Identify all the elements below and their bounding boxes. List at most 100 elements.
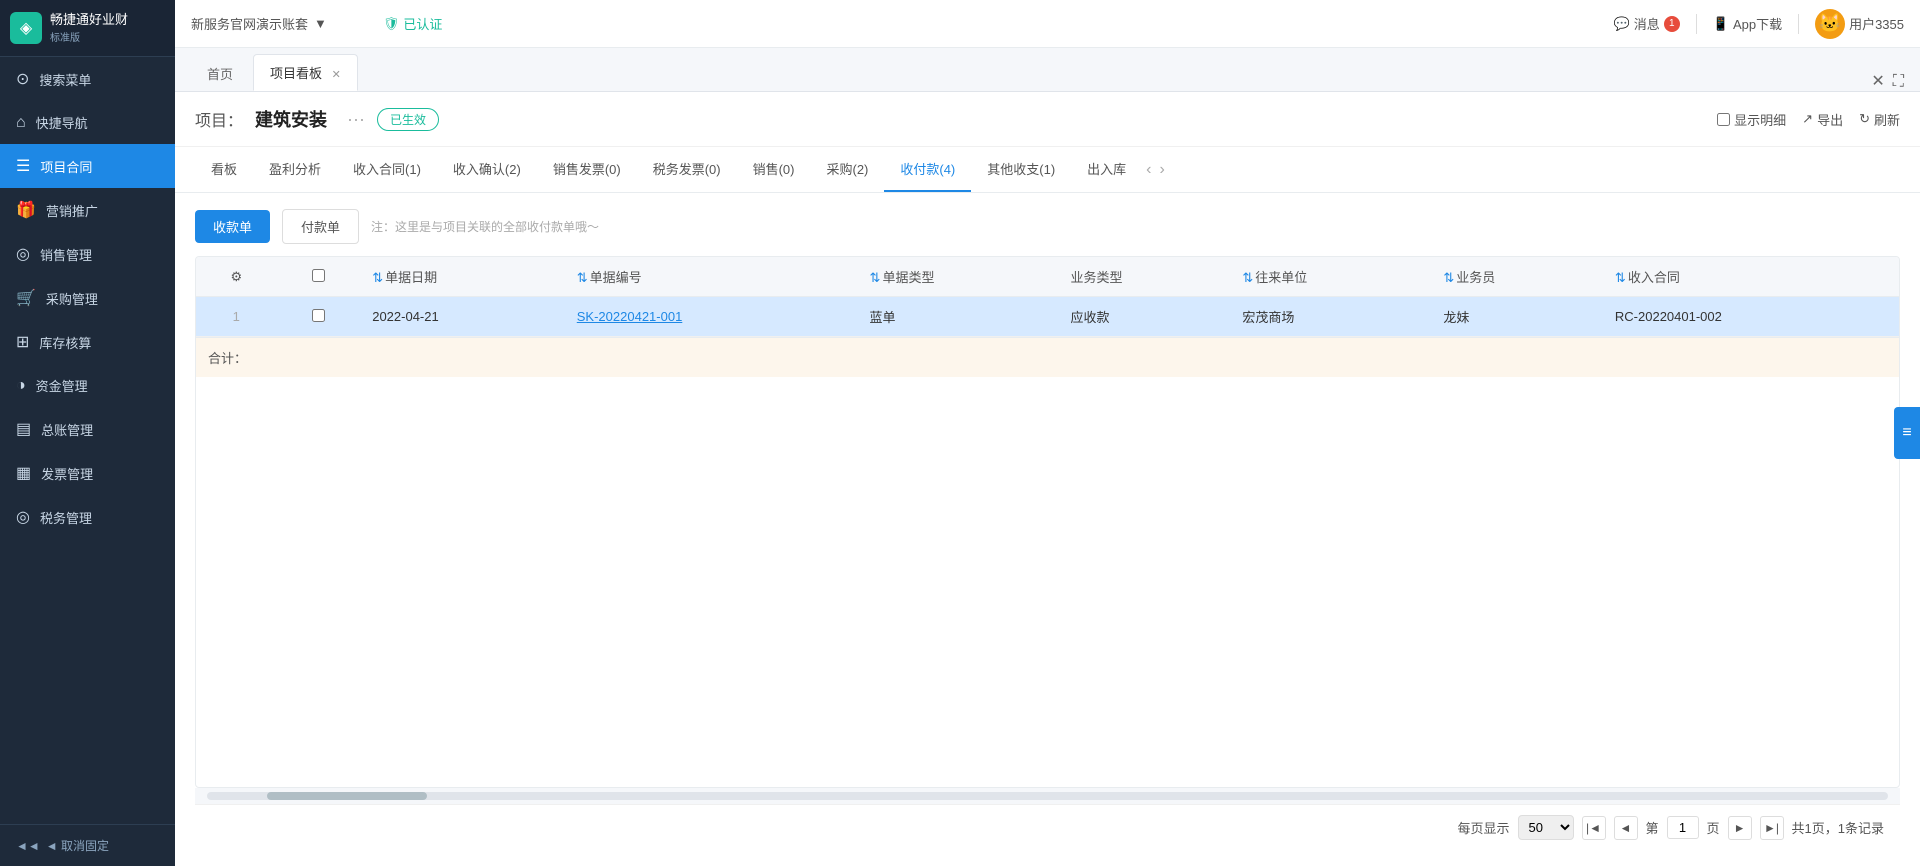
sub-nav-income-confirm[interactable]: 收入确认(2) <box>437 147 537 192</box>
sidebar-item-finance[interactable]: ◑ 资金管理 <box>0 364 175 407</box>
payment-content: 收款单 付款单 注：这里是与项目关联的全部收付款单哦～ ⚙ ⇅单据日期 ⇅单据编… <box>175 193 1920 866</box>
sub-nav-income-contract[interactable]: 收入合同(1) <box>337 147 437 192</box>
payment-note: 注：这里是与项目关联的全部收付款单哦～ <box>371 218 599 235</box>
show-detail-checkbox[interactable] <box>1717 113 1730 126</box>
sidebar-header: ◈ 畅捷通好业财 标准版 <box>0 0 175 57</box>
sub-nav-purchase[interactable]: 采购(2) <box>810 147 884 192</box>
table-row[interactable]: 1 2022-04-21 SK-20220421-001 蓝单 应收款 宏茂商场… <box>196 297 1899 337</box>
project-label: 项目： <box>195 107 243 131</box>
row-date: 2022-04-21 <box>360 297 565 337</box>
first-page-btn[interactable]: |◄ <box>1582 816 1606 840</box>
sub-nav-prev[interactable]: ‹ <box>1142 161 1155 179</box>
sub-nav-other[interactable]: 其他收支(1) <box>971 147 1071 192</box>
sidebar-item-quick[interactable]: ⌂ 快捷导航 <box>0 101 175 144</box>
row-num: 1 <box>196 297 277 337</box>
account-selector[interactable]: 新服务官网演示账套 ▼ <box>191 14 327 33</box>
sub-nav-profit[interactable]: 盈利分析 <box>253 147 337 192</box>
project-status-badge: 已生效 <box>377 108 439 131</box>
col-partner[interactable]: ⇅往来单位 <box>1230 257 1431 297</box>
tab-kanban[interactable]: 项目看板 ✕ <box>253 54 358 91</box>
sub-nav-next[interactable]: › <box>1156 161 1169 179</box>
tab-home[interactable]: 首页 <box>191 56 249 91</box>
cert-badge: 🛡 已认证 <box>383 14 443 33</box>
project-actions: 显示明细 ↗ 导出 ↻ 刷新 <box>1717 110 1900 129</box>
sidebar-item-marketing[interactable]: 🎁 营销推广 <box>0 188 175 232</box>
topbar: 新服务官网演示账套 ▼ 🛡 已认证 💬 消息 1 📱 App下载 <box>175 0 1920 48</box>
sub-nav-inout[interactable]: 出入库 <box>1071 147 1142 192</box>
export-icon: ↗ <box>1802 111 1813 127</box>
show-detail-toggle[interactable]: 显示明细 <box>1717 110 1786 129</box>
sidebar-item-project[interactable]: ☰ 项目合同 <box>0 144 175 188</box>
sidebar-item-sales[interactable]: ◎ 销售管理 <box>0 232 175 276</box>
row-income-contract: RC-20220401-002 <box>1603 297 1899 337</box>
sub-nav-sales-invoice[interactable]: 销售发票(0) <box>537 147 637 192</box>
user-menu[interactable]: 🐱 用户3355 <box>1815 9 1904 39</box>
sub-nav-sales[interactable]: 销售(0) <box>737 147 811 192</box>
quick-nav-icon: ⌂ <box>16 114 26 132</box>
page-input[interactable] <box>1667 816 1699 839</box>
col-income-contract[interactable]: ⇅收入合同 <box>1603 257 1899 297</box>
topbar-right: 💬 消息 1 📱 App下载 🐱 用户3355 <box>1614 9 1904 39</box>
col-settings[interactable]: ⚙ <box>196 257 277 297</box>
horizontal-scrollbar[interactable] <box>195 788 1900 804</box>
receipt-btn[interactable]: 收款单 <box>195 210 270 243</box>
col-no[interactable]: ⇅单据编号 <box>565 257 858 297</box>
per-page-select[interactable]: 50 100 200 <box>1518 815 1574 840</box>
row-type: 蓝单 <box>858 297 1059 337</box>
refresh-button[interactable]: ↻ 刷新 <box>1859 110 1900 129</box>
payment-table: ⚙ ⇅单据日期 ⇅单据编号 ⇅单据类型 业务类型 ⇅往来单位 ⇅业务员 ⇅收入合… <box>196 257 1899 337</box>
right-tool[interactable]: ≡ <box>1894 407 1920 459</box>
pagination: 每页显示 50 100 200 |◄ ◄ 第 页 ► ►| 共1页，1条记录 <box>195 804 1900 850</box>
tab-kanban-close[interactable]: ✕ <box>332 69 341 81</box>
row-no: SK-20220421-001 <box>565 297 858 337</box>
scrollbar-track[interactable] <box>207 792 1888 800</box>
refresh-icon: ↻ <box>1859 111 1870 127</box>
window-expand-btn[interactable]: ⛶ <box>1893 73 1904 91</box>
right-tool-icon: ≡ <box>1902 424 1911 442</box>
message-button[interactable]: 💬 消息 1 <box>1614 14 1680 33</box>
prev-page-btn[interactable]: ◄ <box>1614 816 1638 840</box>
next-page-btn[interactable]: ► <box>1728 816 1752 840</box>
sidebar-item-tax[interactable]: ◎ 税务管理 <box>0 495 175 539</box>
search-menu-icon: ⊙ <box>16 69 29 89</box>
topbar-left: 新服务官网演示账套 ▼ 🛡 已认证 <box>191 14 442 33</box>
ledger-icon: ▤ <box>16 419 31 439</box>
col-type[interactable]: ⇅单据类型 <box>858 257 1059 297</box>
project-more-btn[interactable]: ··· <box>347 109 365 130</box>
app-download-button[interactable]: 📱 App下载 <box>1713 14 1782 33</box>
col-salesperson[interactable]: ⇅业务员 <box>1431 257 1603 297</box>
sidebar-unpin[interactable]: ◄◄ ◄ 取消固定 <box>0 824 175 866</box>
row-biz-type: 应收款 <box>1059 297 1231 337</box>
topbar-divider2 <box>1798 14 1799 34</box>
app-title: 畅捷通好业财 <box>50 12 128 29</box>
sidebar: ◈ 畅捷通好业财 标准版 ⊙ 搜索菜单 ⌂ 快捷导航 ☰ 项目合同 🎁 营销推广… <box>0 0 175 866</box>
sidebar-item-inventory[interactable]: ⊞ 库存核算 <box>0 320 175 364</box>
sub-nav-payment[interactable]: 收付款(4) <box>884 147 971 192</box>
sub-nav-tax-invoice[interactable]: 税务发票(0) <box>637 147 737 192</box>
message-icon: 💬 <box>1614 16 1630 32</box>
sidebar-item-invoice[interactable]: ▦ 发票管理 <box>0 451 175 495</box>
project-icon: ☰ <box>16 156 30 176</box>
sub-nav-kanban[interactable]: 看板 <box>195 147 253 192</box>
total-info: 共1页，1条记录 <box>1792 818 1884 837</box>
export-button[interactable]: ↗ 导出 <box>1802 110 1843 129</box>
last-page-btn[interactable]: ►| <box>1760 816 1784 840</box>
col-biz-type: 业务类型 <box>1059 257 1231 297</box>
content-area: 项目： 建筑安装 ··· 已生效 显示明细 ↗ 导出 ↻ 刷新 <box>175 92 1920 866</box>
sidebar-item-ledger[interactable]: ▤ 总账管理 <box>0 407 175 451</box>
doc-no-link[interactable]: SK-20220421-001 <box>577 309 683 324</box>
sidebar-item-purchase[interactable]: 🛒 采购管理 <box>0 276 175 320</box>
col-date[interactable]: ⇅单据日期 <box>360 257 565 297</box>
payment-btn[interactable]: 付款单 <box>282 209 359 244</box>
project-header: 项目： 建筑安装 ··· 已生效 显示明细 ↗ 导出 ↻ 刷新 <box>175 92 1920 147</box>
sidebar-item-search[interactable]: ⊙ 搜索菜单 <box>0 57 175 101</box>
window-close-btn[interactable]: ✕ <box>1871 71 1884 91</box>
scrollbar-thumb[interactable] <box>267 792 427 800</box>
app-logo: ◈ <box>10 12 42 44</box>
main-area: 新服务官网演示账套 ▼ 🛡 已认证 💬 消息 1 📱 App下载 <box>175 0 1920 866</box>
row-checkbox[interactable] <box>312 309 325 322</box>
page-label: 第 <box>1646 818 1659 837</box>
inventory-icon: ⊞ <box>16 332 29 352</box>
finance-icon: ◑ <box>16 377 26 395</box>
select-all-checkbox[interactable] <box>312 269 325 282</box>
